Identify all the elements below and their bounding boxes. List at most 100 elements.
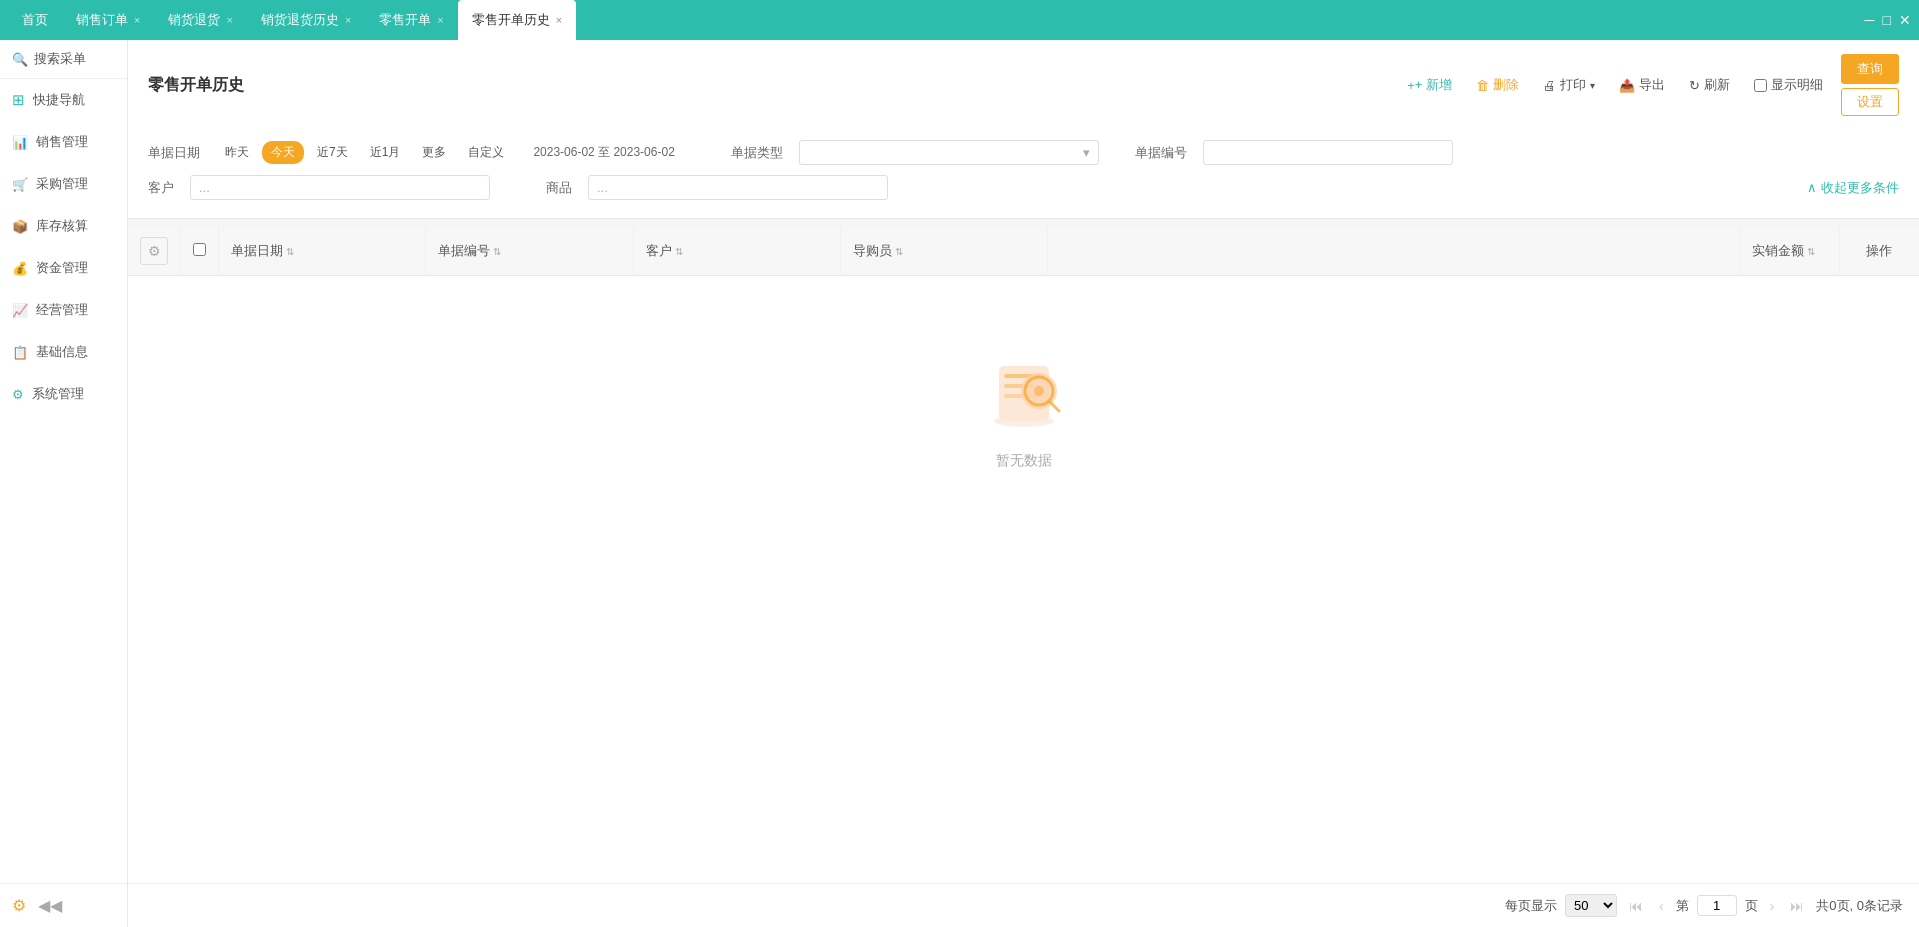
page-suffix: 页 bbox=[1745, 897, 1758, 915]
first-page-btn[interactable]: ⏮ bbox=[1625, 896, 1647, 916]
page-header: 零售开单历史 + + 新增 🗑 删除 🖨 打印 ▾ bbox=[128, 40, 1919, 219]
page-title-row: 零售开单历史 + + 新增 🗑 删除 🖨 打印 ▾ bbox=[148, 54, 1899, 116]
display-detail-button[interactable]: 显示明细 bbox=[1748, 72, 1829, 98]
date-range-display: 2023-06-02 至 2023-06-02 bbox=[533, 144, 674, 161]
th-customer[interactable]: 客户 ⇅ bbox=[633, 227, 840, 276]
close-btn[interactable]: ✕ bbox=[1899, 12, 1911, 28]
date-btn-7days[interactable]: 近7天 bbox=[308, 141, 357, 164]
sidebar-item-inventory[interactable]: 📦 库存核算 bbox=[0, 205, 127, 247]
sidebar-item-quick-nav[interactable]: ⊞ 快捷导航 bbox=[0, 79, 127, 121]
print-dropdown-icon: ▾ bbox=[1590, 80, 1595, 91]
sidebar-item-basic-info[interactable]: 📋 基础信息 bbox=[0, 331, 127, 373]
window-controls: ─ □ ✕ bbox=[1865, 12, 1911, 28]
sidebar-item-operations[interactable]: 📈 经营管理 bbox=[0, 289, 127, 331]
export-button[interactable]: 📤 导出 bbox=[1613, 72, 1671, 98]
sidebar-item-finance[interactable]: 💰 资金管理 bbox=[0, 247, 127, 289]
operations-icon: 📈 bbox=[12, 303, 28, 318]
tab-close-sales-return[interactable]: × bbox=[226, 14, 232, 26]
th-customer-sort[interactable]: 客户 ⇅ bbox=[646, 242, 828, 260]
settings-gear-icon[interactable]: ⚙ bbox=[12, 896, 26, 915]
content-area: 零售开单历史 + + 新增 🗑 删除 🖨 打印 ▾ bbox=[128, 40, 1919, 927]
th-date[interactable]: 单据日期 ⇅ bbox=[219, 227, 426, 276]
display-detail-checkbox[interactable] bbox=[1754, 79, 1767, 92]
print-button[interactable]: 🖨 打印 ▾ bbox=[1537, 72, 1601, 98]
goods-filter-select[interactable]: ... bbox=[588, 175, 888, 200]
date-btn-today[interactable]: 今天 bbox=[262, 141, 304, 164]
customer-filter-select[interactable]: ... bbox=[190, 175, 490, 200]
th-number[interactable]: 单据编号 ⇅ bbox=[426, 227, 633, 276]
type-filter-label: 单据类型 bbox=[731, 144, 783, 162]
goods-filter-label: 商品 bbox=[546, 179, 572, 197]
th-action: 操作 bbox=[1839, 227, 1919, 276]
settings-button[interactable]: 设置 bbox=[1841, 88, 1899, 116]
restore-btn[interactable]: □ bbox=[1883, 12, 1891, 28]
per-page-select[interactable]: 50 100 200 bbox=[1565, 894, 1617, 917]
empty-illustration bbox=[974, 336, 1074, 436]
page-title: 零售开单历史 bbox=[148, 75, 244, 96]
tab-close-sales-return-history[interactable]: × bbox=[345, 14, 351, 26]
th-amount-label: 实销金额 bbox=[1752, 242, 1804, 260]
th-customer-sort-icon: ⇅ bbox=[675, 246, 683, 257]
search-icon: 🔍 bbox=[12, 52, 28, 67]
tab-sales-return-history[interactable]: 销货退货历史 × bbox=[247, 0, 365, 40]
delete-button[interactable]: 🗑 删除 bbox=[1470, 72, 1525, 98]
date-btn-custom[interactable]: 自定义 bbox=[459, 141, 513, 164]
sales-mgmt-icon: 📊 bbox=[12, 135, 28, 150]
tab-retail-open[interactable]: 零售开单 × bbox=[365, 0, 457, 40]
prev-page-btn[interactable]: ‹ bbox=[1655, 896, 1668, 916]
th-amount[interactable]: 实销金额 ⇅ bbox=[1739, 227, 1839, 276]
sidebar-item-sales-mgmt[interactable]: 📊 销售管理 bbox=[0, 121, 127, 163]
tab-close-sales-order[interactable]: × bbox=[134, 14, 140, 26]
system-mgmt-icon: ⚙ bbox=[12, 387, 24, 402]
type-select-chevron: ▾ bbox=[1083, 145, 1090, 160]
th-date-label: 单据日期 bbox=[231, 242, 283, 260]
th-date-sort[interactable]: 单据日期 ⇅ bbox=[231, 242, 413, 260]
query-button[interactable]: 查询 bbox=[1841, 54, 1899, 84]
table-wrapper[interactable]: ⚙ 单据日期 ⇅ bbox=[128, 227, 1919, 883]
collapse-icon: ∧ bbox=[1807, 180, 1817, 195]
sidebar-bottom: ⚙ ◀◀ bbox=[0, 883, 127, 927]
select-all-checkbox[interactable] bbox=[193, 243, 206, 256]
collapse-more-conditions-btn[interactable]: ∧ 收起更多条件 bbox=[1807, 179, 1899, 197]
sidebar-collapse-icon[interactable]: ◀◀ bbox=[38, 896, 62, 915]
sidebar-search[interactable]: 🔍 搜索采单 bbox=[0, 40, 127, 79]
sidebar-item-purchase-mgmt[interactable]: 🛒 采购管理 bbox=[0, 163, 127, 205]
data-table: ⚙ 单据日期 ⇅ bbox=[128, 227, 1919, 276]
date-btn-1month[interactable]: 近1月 bbox=[361, 141, 410, 164]
date-btn-more[interactable]: 更多 bbox=[413, 141, 455, 164]
table-settings-gear[interactable]: ⚙ bbox=[140, 237, 168, 265]
th-salesperson-sort[interactable]: 导购员 ⇅ bbox=[853, 242, 1035, 260]
th-salesperson[interactable]: 导购员 ⇅ bbox=[840, 227, 1047, 276]
add-button[interactable]: + + 新增 bbox=[1401, 72, 1458, 98]
basic-info-icon: 📋 bbox=[12, 345, 28, 360]
refresh-icon: ↻ bbox=[1689, 78, 1700, 93]
next-page-btn[interactable]: › bbox=[1766, 896, 1779, 916]
th-salesperson-label: 导购员 bbox=[853, 242, 892, 260]
type-filter-select[interactable]: ▾ bbox=[799, 140, 1099, 165]
tab-close-retail-open[interactable]: × bbox=[437, 14, 443, 26]
th-number-sort[interactable]: 单据编号 ⇅ bbox=[438, 242, 620, 260]
minimize-btn[interactable]: ─ bbox=[1865, 12, 1875, 28]
customer-filter-label: 客户 bbox=[148, 179, 174, 197]
tab-close-retail-history[interactable]: × bbox=[556, 14, 562, 26]
last-page-btn[interactable]: ⏭ bbox=[1786, 896, 1808, 916]
tab-retail-history[interactable]: 零售开单历史 × bbox=[458, 0, 576, 40]
date-filter-label: 单据日期 bbox=[148, 144, 200, 162]
empty-text: 暂无数据 bbox=[996, 452, 1052, 470]
page-number-input[interactable] bbox=[1697, 895, 1737, 916]
refresh-button[interactable]: ↻ 刷新 bbox=[1683, 72, 1736, 98]
quick-nav-icon: ⊞ bbox=[12, 91, 25, 109]
th-settings[interactable]: ⚙ bbox=[128, 227, 181, 276]
date-btn-yesterday[interactable]: 昨天 bbox=[216, 141, 258, 164]
svg-line-7 bbox=[1050, 402, 1059, 411]
tab-sales-order[interactable]: 销售订单 × bbox=[62, 0, 154, 40]
filter-row-1: 单据日期 昨天 今天 近7天 近1月 更多 自定义 2023-06-02 至 2… bbox=[148, 140, 1899, 165]
sidebar-item-system-mgmt[interactable]: ⚙ 系统管理 bbox=[0, 373, 127, 415]
tab-sales-return[interactable]: 销货退货 × bbox=[154, 0, 246, 40]
number-filter-input[interactable] bbox=[1203, 140, 1453, 165]
th-amount-sort-icon: ⇅ bbox=[1807, 246, 1815, 257]
th-spacer bbox=[1048, 227, 1739, 276]
page-label: 第 bbox=[1676, 897, 1689, 915]
tab-home[interactable]: 首页 bbox=[8, 0, 62, 40]
th-amount-sort[interactable]: 实销金额 ⇅ bbox=[1752, 242, 1827, 260]
